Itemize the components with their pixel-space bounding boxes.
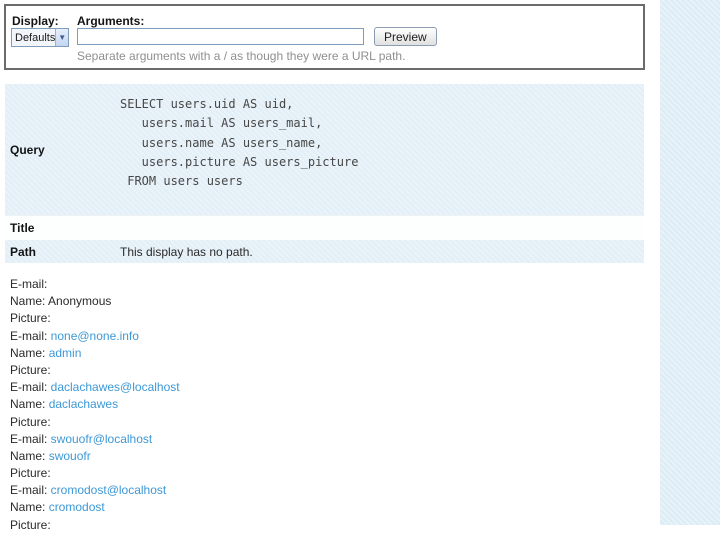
name-field-label: Name:: [10, 448, 49, 463]
picture-field-label: Picture:: [10, 362, 51, 377]
arguments-label: Arguments:: [77, 14, 145, 28]
name-value-link[interactable]: admin: [49, 346, 82, 360]
display-select[interactable]: Defaults ▼: [11, 28, 69, 47]
email-value-link[interactable]: none@none.info: [51, 329, 139, 343]
email-field-label: E-mail:: [10, 277, 48, 291]
title-row: Title: [5, 215, 644, 240]
live-preview-panel: Display: Defaults ▼ Arguments: Preview S…: [4, 4, 645, 70]
email-field-label: E-mail:: [10, 431, 51, 446]
views-row: E-mail: Name: Anonymous Picture:: [10, 276, 650, 328]
query-row: Query SELECT users.uid AS uid, users.mai…: [5, 84, 644, 215]
field-email: E-mail: none@none.info: [10, 328, 650, 345]
field-picture: Picture:: [10, 517, 650, 534]
path-row-content: This display has no path.: [120, 244, 253, 259]
email-field-label: E-mail:: [10, 380, 51, 395]
display-label: Display:: [12, 14, 59, 28]
views-row: E-mail: swouofr@localhost Name: swouofr Pi…: [10, 431, 650, 483]
display-select-value: Defaults: [15, 31, 56, 44]
page-background-texture: [660, 0, 720, 525]
arguments-input[interactable]: [77, 28, 364, 45]
name-value-link[interactable]: swouofr: [49, 449, 91, 463]
field-email: E-mail: swouofr@localhost: [10, 431, 650, 448]
view-summary-table: Query SELECT users.uid AS uid, users.mai…: [5, 84, 644, 263]
name-field-label: Name:: [10, 294, 49, 309]
views-row: E-mail: cromodost@localhost Name: cromodo…: [10, 482, 650, 534]
email-field-label: E-mail:: [10, 483, 51, 498]
field-email: E-mail: cromodost@localhost: [10, 482, 650, 499]
field-name: Name: swouofr: [10, 448, 650, 465]
name-field-label: Name:: [10, 500, 49, 515]
field-picture: Picture:: [10, 362, 650, 379]
field-name: Name: cromodost: [10, 499, 650, 516]
name-field-label: Name:: [10, 397, 49, 412]
name-field-label: Name:: [10, 345, 49, 360]
email-value-link[interactable]: cromodost@localhost: [51, 483, 167, 497]
field-picture: Picture:: [10, 414, 650, 431]
field-email: E-mail:: [10, 276, 650, 293]
field-name: Name: daclachawes: [10, 396, 650, 413]
chevron-down-icon: ▼: [55, 29, 68, 46]
picture-field-label: Picture:: [10, 466, 51, 481]
field-name: Name: Anonymous: [10, 293, 650, 310]
name-value: Anonymous: [48, 294, 112, 309]
field-picture: Picture:: [10, 465, 650, 482]
query-row-label: Query: [10, 142, 45, 157]
field-name: Name: admin: [10, 345, 650, 362]
field-picture: Picture:: [10, 310, 650, 327]
views-row: E-mail: daclachawes@localhost Name: dacla…: [10, 379, 650, 431]
email-field-label: E-mail:: [10, 328, 51, 343]
name-value-link[interactable]: daclachawes: [49, 397, 118, 411]
title-row-label: Title: [10, 221, 35, 235]
query-sql-text: SELECT users.uid AS uid, users.mail AS u…: [120, 97, 359, 189]
arguments-help-text: Separate arguments with a / as though th…: [77, 49, 406, 63]
name-value-link[interactable]: cromodost: [49, 500, 105, 514]
preview-results-list: E-mail: Name: Anonymous Picture: E-mail: …: [10, 276, 650, 534]
picture-field-label: Picture:: [10, 414, 51, 429]
title-row-content: [120, 216, 644, 240]
path-row: Path This display has no path.: [5, 240, 644, 263]
picture-field-label: Picture:: [10, 311, 51, 326]
email-value-link[interactable]: swouofr@localhost: [51, 432, 153, 446]
views-row: E-mail: none@none.info Name: admin Picture…: [10, 328, 650, 380]
preview-button[interactable]: Preview: [374, 27, 437, 46]
path-row-label: Path: [10, 244, 37, 259]
field-email: E-mail: daclachawes@localhost: [10, 379, 650, 396]
email-value-link[interactable]: daclachawes@localhost: [51, 380, 180, 394]
